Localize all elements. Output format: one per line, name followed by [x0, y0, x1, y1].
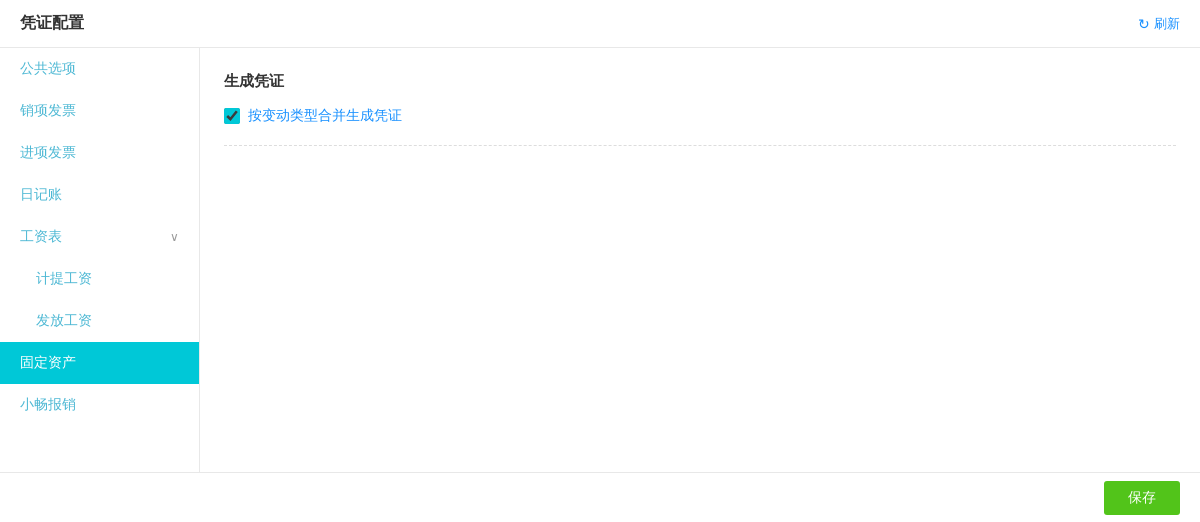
refresh-button[interactable]: ↻ 刷新 [1138, 15, 1180, 33]
sidebar-item-label: 销项发票 [20, 102, 76, 120]
sidebar-item-label: 进项发票 [20, 144, 76, 162]
section-divider [224, 145, 1176, 146]
page-title: 凭证配置 [20, 13, 84, 34]
sidebar-item-label: 小畅报销 [20, 396, 76, 414]
refresh-icon: ↻ [1138, 16, 1150, 32]
checkbox-row: 按变动类型合并生成凭证 [224, 107, 1176, 125]
sidebar-item-expense-report[interactable]: 小畅报销 [0, 384, 199, 426]
refresh-label: 刷新 [1154, 15, 1180, 33]
section-title: 生成凭证 [224, 72, 1176, 91]
sidebar-item-sales-invoice[interactable]: 销项发票 [0, 90, 199, 132]
sidebar-item-purchase-invoice[interactable]: 进项发票 [0, 132, 199, 174]
page-wrapper: 凭证配置 ↻ 刷新 公共选项销项发票进项发票日记账工资表 ∨ 计提工资发放工资固定资… [0, 0, 1200, 522]
sidebar-item-label: 公共选项 [20, 60, 76, 78]
merge-by-type-checkbox[interactable] [224, 108, 240, 124]
checkbox-label[interactable]: 按变动类型合并生成凭证 [248, 107, 402, 125]
sidebar-item-label: 发放工资 [36, 312, 92, 330]
page-footer: 保存 [0, 472, 1200, 522]
sidebar-item-public-options[interactable]: 公共选项 [0, 48, 199, 90]
sidebar-item-fixed-assets[interactable]: 固定资产 [0, 342, 199, 384]
sidebar-item-label: 日记账 [20, 186, 62, 204]
sidebar-item-pay-wages[interactable]: 发放工资 [0, 300, 199, 342]
sidebar-item-label: 计提工资 [36, 270, 92, 288]
sidebar-item-payroll[interactable]: 工资表 ∨ [0, 216, 199, 258]
chevron-down-icon: ∨ [170, 230, 179, 244]
main-content: 公共选项销项发票进项发票日记账工资表 ∨ 计提工资发放工资固定资产小畅报销 生成凭证… [0, 48, 1200, 472]
sidebar-item-journal[interactable]: 日记账 [0, 174, 199, 216]
sidebar-item-accrual-wages[interactable]: 计提工资 [0, 258, 199, 300]
sidebar: 公共选项销项发票进项发票日记账工资表 ∨ 计提工资发放工资固定资产小畅报销 [0, 48, 200, 472]
content-area: 生成凭证 按变动类型合并生成凭证 [200, 48, 1200, 472]
sidebar-item-label: 工资表 [20, 228, 62, 246]
page-header: 凭证配置 ↻ 刷新 [0, 0, 1200, 48]
sidebar-item-label: 固定资产 [20, 354, 76, 372]
save-button[interactable]: 保存 [1104, 481, 1180, 515]
